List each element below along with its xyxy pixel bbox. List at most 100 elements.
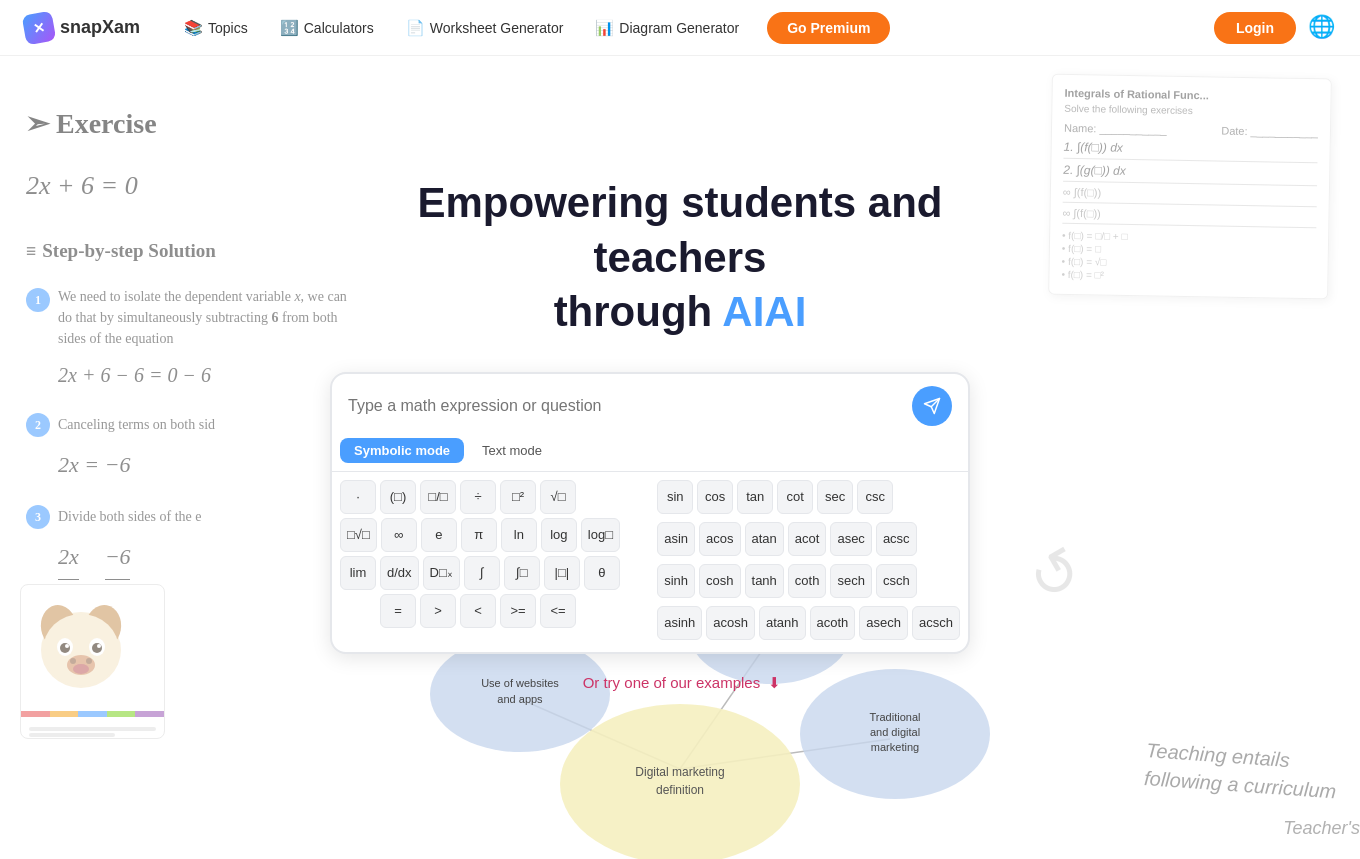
kb-sq[interactable]: □² (500, 480, 536, 514)
kb-asin[interactable]: asin (657, 522, 695, 556)
svg-text:and digital: and digital (870, 726, 920, 738)
kb-asec[interactable]: asec (830, 522, 871, 556)
kb-sinh[interactable]: sinh (657, 564, 695, 598)
hero-title-part1: Empowering students and teachers (417, 179, 942, 281)
kb-log[interactable]: log (541, 518, 577, 552)
svg-line-14 (520, 699, 680, 769)
kb-lte[interactable]: <= (540, 594, 576, 628)
kb-intn[interactable]: ∫□ (504, 556, 540, 590)
keyboard-row-2: □√□ ∞ e π ln log log□ (340, 518, 649, 552)
kb-ln[interactable]: ln (501, 518, 537, 552)
kb-cot[interactable]: cot (777, 480, 813, 514)
step-1: 1 We need to isolate the dependent varia… (26, 286, 358, 399)
nav-worksheet-label: Worksheet Generator (430, 20, 564, 36)
kb-theta[interactable]: θ (584, 556, 620, 590)
kb-cosh[interactable]: cosh (699, 564, 740, 598)
exercise-equation: 2x + 6 = 0 (26, 160, 358, 212)
svg-point-5 (89, 638, 105, 656)
kb-parens[interactable]: (□) (380, 480, 416, 514)
step-3: 3 Divide both sides of the e 2x 2 = −6 2 (26, 503, 358, 628)
kb-gte[interactable]: >= (500, 594, 536, 628)
kb-lt[interactable]: < (460, 594, 496, 628)
kb-acoth[interactable]: acoth (810, 606, 856, 640)
logo[interactable]: ✕ snapXam (24, 13, 140, 43)
svg-point-12 (70, 658, 76, 664)
kb-div[interactable]: ÷ (460, 480, 496, 514)
step-3-eq: 2x 2 = −6 2 (58, 535, 201, 624)
trig-row-4: asinh acosh atanh acoth asech acsch (657, 606, 960, 640)
step-2-text: Canceling terms on both sid (58, 411, 215, 439)
kb-lim[interactable]: lim (340, 556, 376, 590)
kb-csch[interactable]: csch (876, 564, 917, 598)
send-button[interactable] (912, 386, 952, 426)
bg-math-left: ➣ Exercise 2x + 6 = 0 ≡ Step-by-step Sol… (0, 56, 380, 859)
translate-icon[interactable]: 🌐 (1308, 14, 1336, 42)
kb-acosh[interactable]: acosh (706, 606, 755, 640)
kb-asinh[interactable]: asinh (657, 606, 702, 640)
svg-point-9 (97, 644, 101, 648)
kb-atan[interactable]: atan (745, 522, 784, 556)
nav-calculators-label: Calculators (304, 20, 374, 36)
kb-sech[interactable]: sech (830, 564, 871, 598)
kb-sec[interactable]: sec (817, 480, 853, 514)
kb-eq[interactable]: = (380, 594, 416, 628)
svg-point-2 (81, 602, 124, 652)
kb-gt[interactable]: > (420, 594, 456, 628)
keyboard-row-4: = > < >= <= (340, 594, 649, 628)
step-2-num: 2 (26, 413, 50, 437)
kb-sin[interactable]: sin (657, 480, 693, 514)
step-1-num: 1 (26, 288, 50, 312)
exercise-label: ➣ Exercise (26, 96, 358, 152)
nav-topics[interactable]: 📚 Topics (172, 13, 260, 43)
kb-deriv2[interactable]: D□ₓ (423, 556, 460, 590)
keyboard-row-1: · (□) □/□ ÷ □² √□ (340, 480, 649, 514)
trig-panel: sin cos tan cot sec csc asin acos atan a… (657, 480, 960, 644)
kb-acos[interactable]: acos (699, 522, 740, 556)
kb-logn[interactable]: log□ (581, 518, 620, 552)
kb-frac[interactable]: □/□ (420, 480, 456, 514)
text-mode-tab[interactable]: Text mode (468, 438, 556, 463)
kb-e[interactable]: e (421, 518, 457, 552)
examples-link[interactable]: Or try one of our examples ⬇ (330, 674, 1030, 692)
kb-nthroot[interactable]: □√□ (340, 518, 377, 552)
kb-deriv[interactable]: d/dx (380, 556, 419, 590)
kb-sqrt[interactable]: √□ (540, 480, 576, 514)
kb-tanh[interactable]: tanh (745, 564, 784, 598)
navbar: ✕ snapXam 📚 Topics 🔢 Calculators 📄 Works… (0, 0, 1360, 56)
worksheet-subtitle: Solve the following exercises (1064, 103, 1318, 118)
kb-acsch[interactable]: acsch (912, 606, 960, 640)
trig-row-1: sin cos tan cot sec csc (657, 480, 960, 514)
svg-text:Digital marketing: Digital marketing (635, 765, 724, 779)
kb-dot[interactable]: · (340, 480, 376, 514)
kb-atanh[interactable]: atanh (759, 606, 806, 640)
kb-int[interactable]: ∫ (464, 556, 500, 590)
calculators-icon: 🔢 (280, 19, 299, 37)
svg-point-8 (65, 644, 69, 648)
step-3-text: Divide both sides of the e (58, 503, 201, 531)
kb-acot[interactable]: acot (788, 522, 827, 556)
kb-tan[interactable]: tan (737, 480, 773, 514)
login-button[interactable]: Login (1214, 12, 1296, 44)
kb-pi[interactable]: π (461, 518, 497, 552)
search-input[interactable] (348, 397, 902, 415)
kb-csc[interactable]: csc (857, 480, 893, 514)
topics-icon: 📚 (184, 19, 203, 37)
examples-arrow: ⬇ (768, 674, 781, 691)
kb-inf[interactable]: ∞ (381, 518, 417, 552)
kb-acsc[interactable]: acsc (876, 522, 917, 556)
svg-point-0 (41, 612, 121, 688)
kb-asech[interactable]: asech (859, 606, 908, 640)
go-premium-button[interactable]: Go Premium (767, 12, 890, 44)
worksheet-preview: Integrals of Rational Func... Solve the … (1048, 74, 1332, 300)
logo-text: snapXam (60, 17, 140, 38)
nav-worksheet-generator[interactable]: 📄 Worksheet Generator (394, 13, 576, 43)
symbolic-mode-tab[interactable]: Symbolic mode (340, 438, 464, 463)
svg-point-3 (43, 614, 119, 686)
svg-text:marketing: marketing (871, 741, 919, 753)
hero-section: ➣ Exercise 2x + 6 = 0 ≡ Step-by-step Sol… (0, 56, 1360, 859)
nav-diagram-generator[interactable]: 📊 Diagram Generator (583, 13, 751, 43)
kb-abs[interactable]: |□| (544, 556, 580, 590)
kb-coth[interactable]: coth (788, 564, 827, 598)
kb-cos[interactable]: cos (697, 480, 733, 514)
nav-calculators[interactable]: 🔢 Calculators (268, 13, 386, 43)
